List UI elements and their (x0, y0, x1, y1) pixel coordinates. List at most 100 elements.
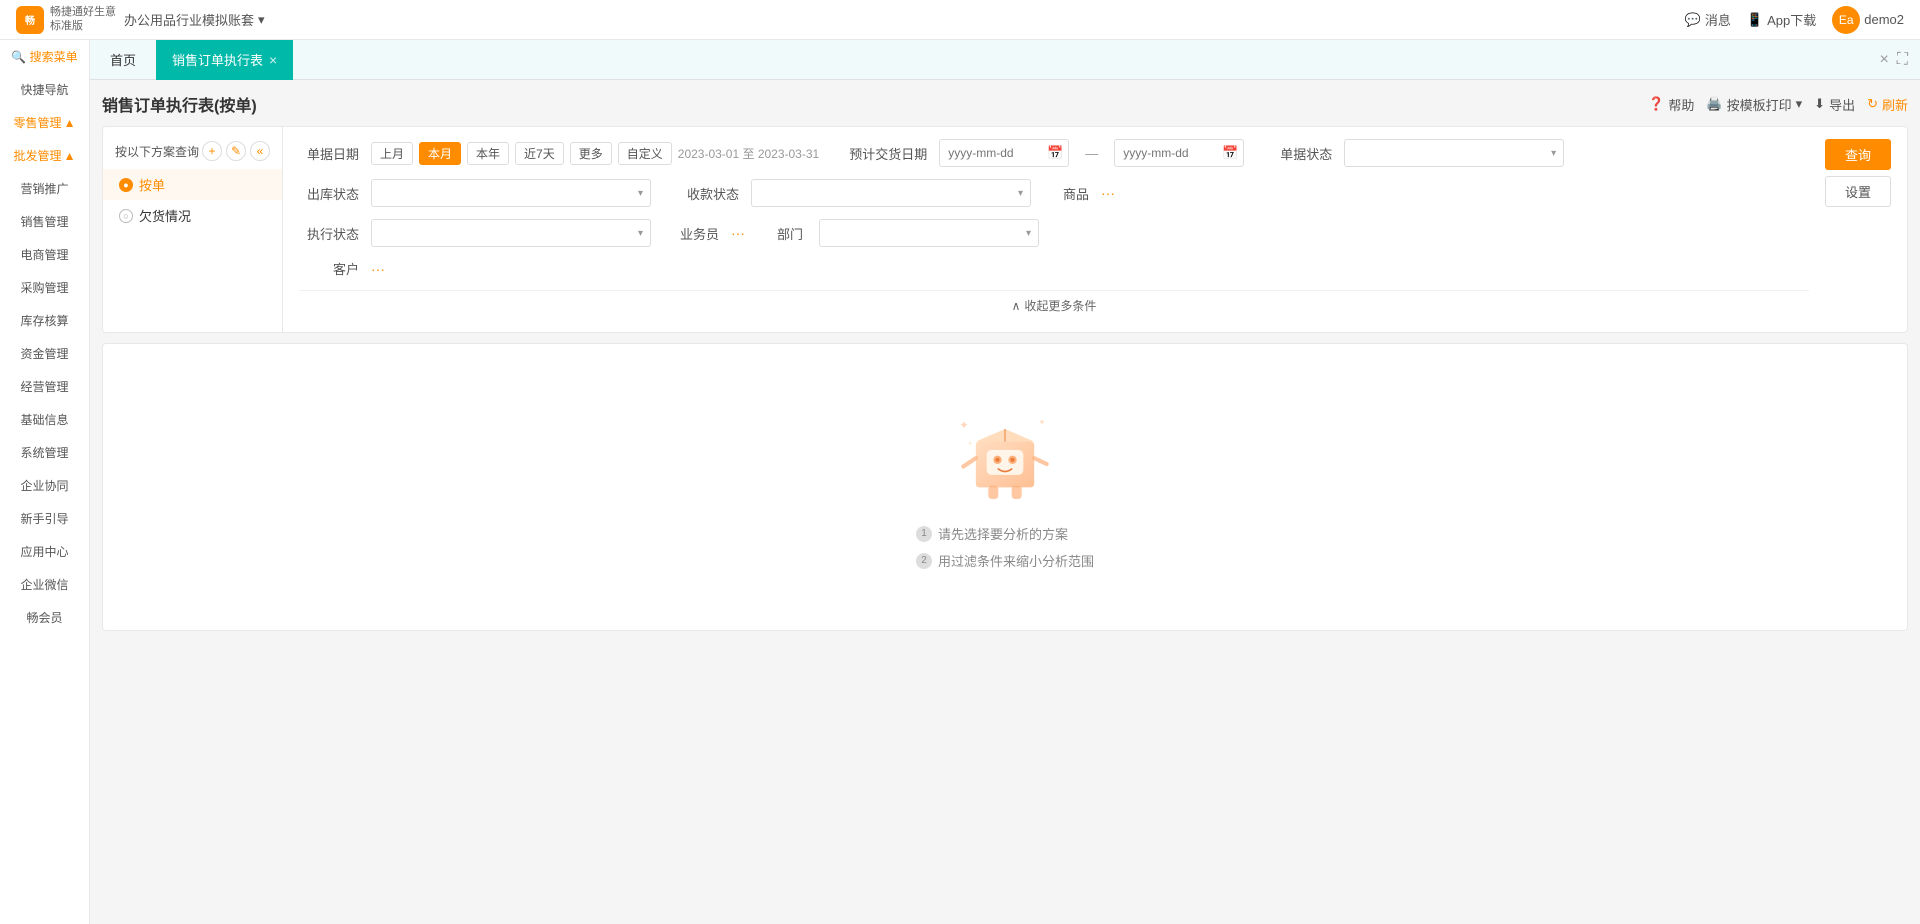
app-download-action[interactable]: 📱 App下载 (1747, 10, 1816, 29)
collapse-chevron-icon: ∧ (1012, 299, 1021, 313)
date-start-wrapper: 📅 (939, 139, 1069, 167)
sidebar-item-retail[interactable]: 零售管理 ▲ (0, 106, 89, 139)
date-start-input[interactable] (939, 139, 1069, 167)
refresh-icon: ↻ (1867, 96, 1878, 112)
logo-area: 畅 畅捷通好生意 标准版 (16, 6, 116, 34)
left-panel-icons: + ✎ « (202, 141, 270, 161)
sidebar-search[interactable]: 🔍 搜索菜单 (0, 40, 89, 73)
filter-main: 单据日期 上月 本月 本年 近7天 更多 自定义 2023-03-01 至 20… (283, 127, 1907, 332)
tip-text-1: 请先选择要分析的方案 (938, 524, 1068, 543)
sidebar-item-ecommerce[interactable]: 电商管理 (0, 238, 89, 271)
expected-delivery-label: 预计交货日期 (847, 144, 927, 163)
date-custom-btn[interactable]: 自定义 (618, 142, 672, 165)
print-button[interactable]: 🖨️ 按模板打印 ▾ (1706, 95, 1802, 114)
app-selector[interactable]: 办公用品行业模拟账套 ▾ (124, 10, 265, 29)
tip-num-2: 2 (916, 553, 932, 569)
sidebar: 🔍 搜索菜单 快捷导航 零售管理 ▲ 批发管理 ▲ 营销推广 销售管理 电商管理… (0, 40, 90, 924)
collapse-icon: « (257, 144, 264, 158)
sidebar-item-member[interactable]: 畅会员 (0, 601, 89, 634)
tab-active[interactable]: 销售订单执行表 × (156, 40, 293, 80)
edit-scheme-button[interactable]: ✎ (226, 141, 246, 161)
top-bar-right: 💬 消息 📱 App下载 Ea demo2 (1685, 6, 1904, 34)
sidebar-item-corpwechat[interactable]: 企业微信 (0, 568, 89, 601)
date-curr-month-btn[interactable]: 本月 (419, 142, 461, 165)
top-bar: 畅 畅捷通好生意 标准版 办公用品行业模拟账套 ▾ 💬 消息 📱 App下载 E… (0, 0, 1920, 40)
app-dropdown-icon: ▾ (258, 12, 265, 28)
sidebar-item-quick-nav[interactable]: 快捷导航 (0, 73, 89, 106)
sidebar-item-system[interactable]: 系统管理 (0, 436, 89, 469)
tab-home[interactable]: 首页 (90, 40, 156, 80)
print-dropdown-icon: ▾ (1796, 96, 1803, 112)
goods-more-icon[interactable]: ··· (1101, 185, 1115, 201)
bill-status-select[interactable] (1344, 139, 1564, 167)
left-panel: 按以下方案查询 + ✎ « (103, 127, 283, 332)
export-button[interactable]: ⬇ 导出 (1814, 95, 1855, 114)
app-download-label: App下载 (1767, 10, 1816, 29)
top-bar-left: 畅 畅捷通好生意 标准版 办公用品行业模拟账套 ▾ (16, 6, 265, 34)
query-button[interactable]: 查询 (1825, 139, 1891, 170)
page-header: 销售订单执行表(按单) ❓ 帮助 🖨️ 按模板打印 ▾ ⬇ 导出 (102, 92, 1908, 116)
scheme-item-debt[interactable]: ○ 欠货情况 (103, 200, 282, 231)
filter-row-4: 客户 ··· (299, 259, 1809, 278)
payment-status-select[interactable] (751, 179, 1031, 207)
search-icon: 🔍 (11, 50, 26, 64)
date-last7days-btn[interactable]: 近7天 (515, 142, 564, 165)
delivery-status-label: 出库状态 (299, 184, 359, 203)
sidebar-item-marketing[interactable]: 营销推广 (0, 172, 89, 205)
filter-area: 单据日期 上月 本月 本年 近7天 更多 自定义 2023-03-01 至 20… (283, 127, 1825, 332)
sidebar-item-basic[interactable]: 基础信息 (0, 403, 89, 436)
sidebar-item-inventory[interactable]: 库存核算 (0, 304, 89, 337)
empty-illustration: ✦ ✦ ✦ (955, 404, 1055, 504)
logo-text: 畅捷通好生意 标准版 (50, 6, 116, 32)
app-download-icon: 📱 (1747, 12, 1763, 28)
refresh-button[interactable]: ↻ 刷新 (1867, 95, 1908, 114)
print-icon: 🖨️ (1706, 96, 1722, 112)
add-scheme-button[interactable]: + (202, 141, 222, 161)
customer-label: 客户 (299, 259, 359, 278)
action-column: 查询 设置 (1825, 127, 1907, 332)
dept-select[interactable] (819, 219, 1039, 247)
app-industry-label: 办公用品行业模拟账套 (124, 10, 254, 29)
sidebar-item-label: 零售管理 (14, 114, 62, 131)
exec-status-select[interactable] (371, 219, 651, 247)
avatar: Ea (1832, 6, 1860, 34)
collapse-panel-button[interactable]: « (250, 141, 270, 161)
sidebar-item-enterprise[interactable]: 企业协同 (0, 469, 89, 502)
sidebar-item-newuser[interactable]: 新手引导 (0, 502, 89, 535)
message-action[interactable]: 💬 消息 (1685, 10, 1731, 29)
date-end-input[interactable] (1114, 139, 1244, 167)
salesperson-more-icon[interactable]: ··· (731, 225, 745, 241)
empty-tip-1: 1 请先选择要分析的方案 (916, 524, 1094, 543)
date-prev-month-btn[interactable]: 上月 (371, 142, 413, 165)
tip-text-2: 用过滤条件来缩小分析范围 (938, 551, 1094, 570)
scheme-item-order[interactable]: ● 按单 (103, 169, 282, 200)
help-button[interactable]: ❓ 帮助 (1648, 95, 1694, 114)
left-panel-title: 按以下方案查询 (115, 143, 199, 160)
content-area: 首页 销售订单执行表 × × ⛶ 销售订单执行表(按单) ❓ 帮助 (90, 40, 1920, 924)
window-close-icon[interactable]: × (1879, 51, 1888, 69)
customer-more-icon[interactable]: ··· (371, 261, 385, 277)
delivery-status-select[interactable] (371, 179, 651, 207)
scheme-item-label: 欠货情况 (139, 206, 191, 225)
panel-layout: 按以下方案查询 + ✎ « (102, 126, 1908, 333)
dept-wrapper: ▾ (819, 219, 1039, 247)
sidebar-item-sales[interactable]: 销售管理 (0, 205, 89, 238)
sidebar-item-operation[interactable]: 经营管理 (0, 370, 89, 403)
payment-status-label: 收款状态 (679, 184, 739, 203)
payment-status-wrapper: ▾ (751, 179, 1031, 207)
date-curr-year-btn[interactable]: 本年 (467, 142, 509, 165)
setting-button[interactable]: 设置 (1825, 176, 1891, 207)
date-more-btn[interactable]: 更多 (570, 142, 612, 165)
tab-active-label: 销售订单执行表 (172, 50, 263, 69)
user-area[interactable]: Ea demo2 (1832, 6, 1904, 34)
sidebar-item-wholesale[interactable]: 批发管理 ▲ (0, 139, 89, 172)
dept-label: 部门 (773, 224, 803, 243)
sidebar-item-purchase[interactable]: 采购管理 (0, 271, 89, 304)
tab-close-icon[interactable]: × (269, 52, 277, 68)
exec-status-label: 执行状态 (299, 224, 359, 243)
sidebar-item-finance[interactable]: 资金管理 (0, 337, 89, 370)
window-expand-icon[interactable]: ⛶ (1897, 51, 1908, 69)
collapse-btn[interactable]: ∧ 收起更多条件 (299, 290, 1809, 320)
date-label: 单据日期 (299, 144, 359, 163)
sidebar-item-appcenter[interactable]: 应用中心 (0, 535, 89, 568)
